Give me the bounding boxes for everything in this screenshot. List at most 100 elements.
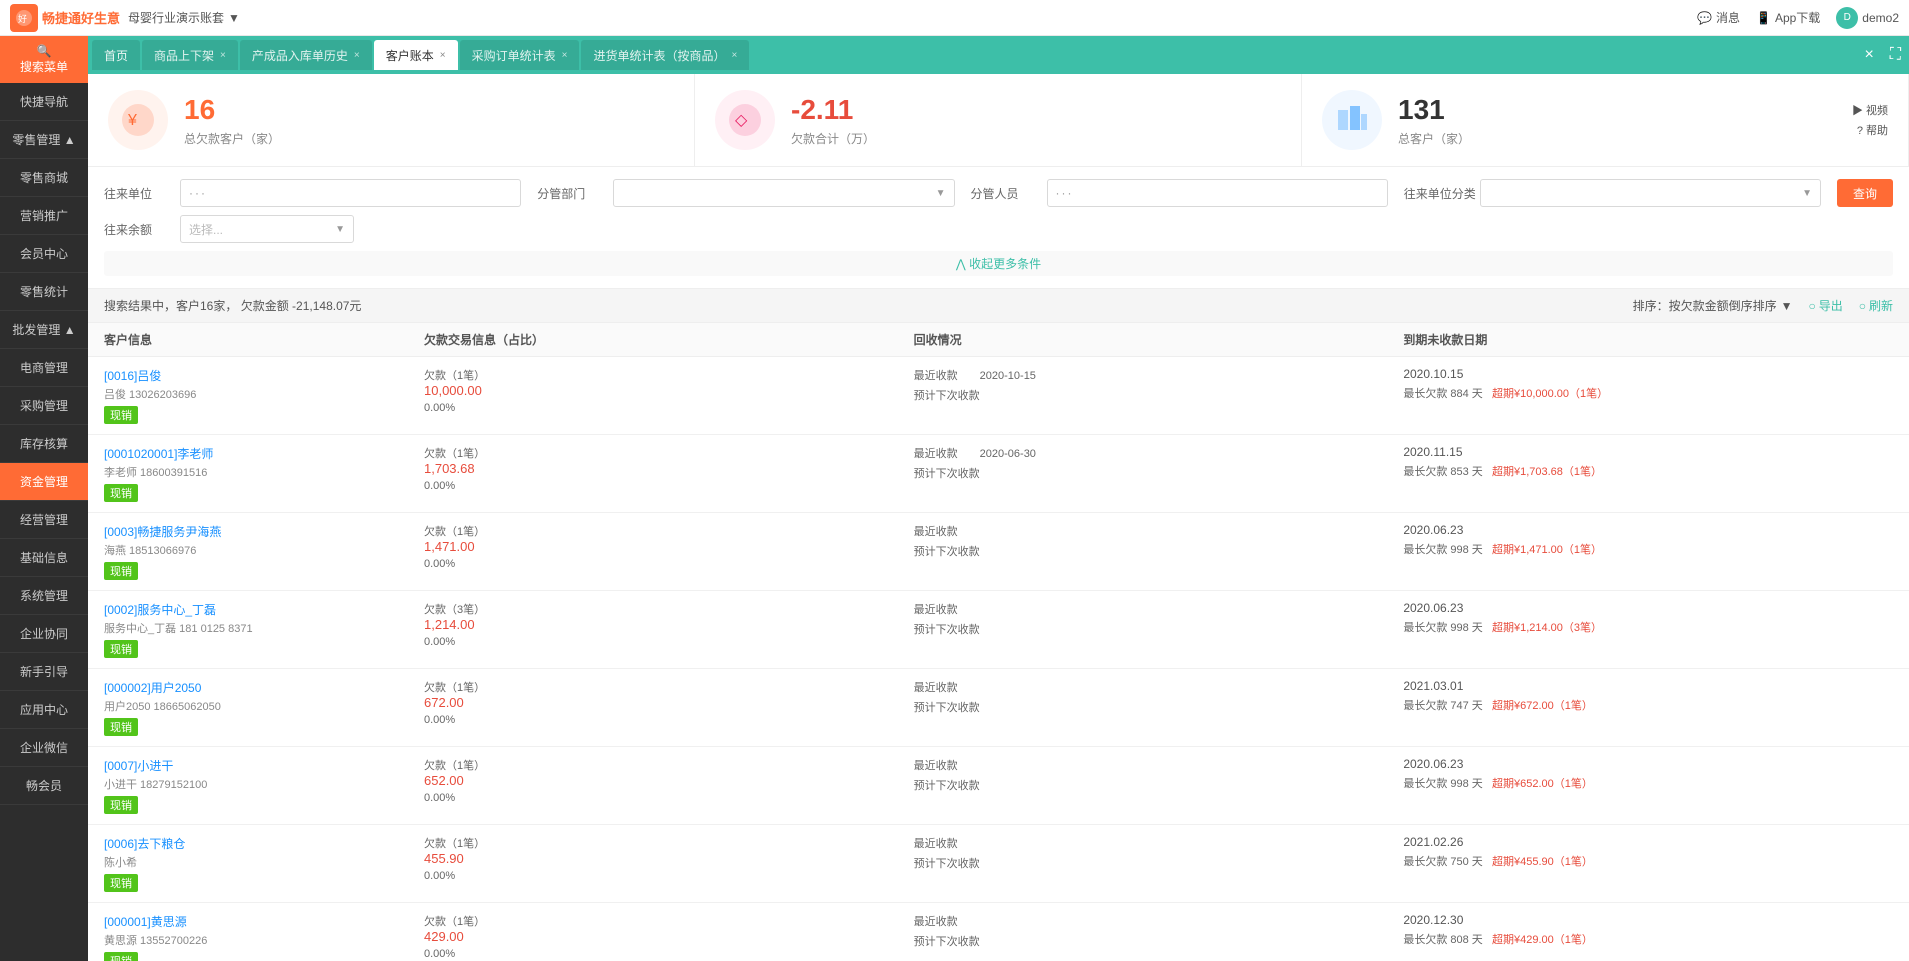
sidebar-label: 基础信息 — [20, 551, 68, 565]
filter-unit-category: 往来单位分类 ▼ — [1404, 179, 1821, 207]
overdue-amount-link[interactable]: 超期¥652.00（1笔） — [1492, 778, 1593, 790]
sidebar-label: 新手引导 — [20, 665, 68, 679]
source-unit-input[interactable]: ··· — [180, 179, 521, 207]
sidebar-item-ecommerce[interactable]: 电商管理 — [0, 349, 88, 387]
manager-input[interactable]: ··· — [1047, 179, 1388, 207]
balance-input[interactable]: 选择... ▼ — [180, 215, 354, 243]
customer-name-link[interactable]: [0007]小进干 — [104, 759, 173, 773]
last-collect: 最近收款 — [914, 835, 1404, 851]
sidebar-item-collab[interactable]: 企业协同 — [0, 615, 88, 653]
overdue-amount-link[interactable]: 超期¥1,214.00（3笔） — [1492, 622, 1602, 634]
sidebar-item-operation[interactable]: 经营管理 — [0, 501, 88, 539]
customer-name-link[interactable]: [0001020001]李老师 — [104, 447, 213, 461]
due-date: 2020.10.15 — [1403, 367, 1893, 381]
sidebar-item-purchase[interactable]: 采购管理 — [0, 387, 88, 425]
sidebar-item-retail-mgmt[interactable]: 零售管理 ▲ — [0, 121, 88, 159]
customer-name-link[interactable]: [0002]服务中心_丁磊 — [104, 603, 216, 617]
overdue-amount-link[interactable]: 超期¥10,000.00（1笔） — [1492, 388, 1608, 400]
sidebar-item-retail-stat[interactable]: 零售统计 — [0, 273, 88, 311]
sidebar-item-member[interactable]: 会员中心 — [0, 235, 88, 273]
sidebar-item-wechat[interactable]: 企业微信 — [0, 729, 88, 767]
sidebar-item-batch-mgmt[interactable]: 批发管理 ▲ — [0, 311, 88, 349]
dept-input[interactable]: ▼ — [613, 179, 954, 207]
sidebar-label: 资金管理 — [20, 475, 68, 489]
last-collect: 最近收款 2020-10-15 — [914, 367, 1404, 383]
help-button[interactable]: ? 帮助 — [1857, 122, 1888, 138]
tab-home[interactable]: 首页 — [92, 40, 140, 70]
debt-info-cell: 欠款（1笔） 10,000.00 0.00% — [424, 367, 914, 414]
next-collect: 预计下次收款 — [914, 933, 1404, 949]
logo-text: 畅捷通好生意 — [42, 8, 120, 27]
company-select[interactable]: 母婴行业演示账套 ▼ — [128, 9, 240, 26]
next-collect: 预计下次收款 — [914, 465, 1404, 481]
sidebar-item-retail-mall[interactable]: 零售商城 — [0, 159, 88, 197]
recovery-cell: 最近收款 预计下次收款 — [914, 835, 1404, 871]
overdue-amount-link[interactable]: 超期¥672.00（1笔） — [1492, 700, 1593, 712]
search-label: 搜索菜单 — [20, 60, 68, 74]
customer-name-link[interactable]: [0016]吕俊 — [104, 369, 161, 383]
tab-purchase-order[interactable]: 采购订单统计表 × — [460, 40, 580, 70]
tab-products[interactable]: 商品上下架 × — [142, 40, 238, 70]
tab-customer-account[interactable]: 客户账本 × — [374, 40, 458, 70]
sidebar-label: 零售管理 — [12, 133, 60, 147]
sidebar-label: 企业协同 — [20, 627, 68, 641]
collapse-filters-button[interactable]: ⋀ 收起更多条件 — [104, 251, 1893, 276]
tab-close-icon[interactable]: × — [562, 50, 568, 61]
sidebar-label: 系统管理 — [20, 589, 68, 603]
customer-contact: 陈小希 — [104, 854, 424, 870]
sidebar-item-app-center[interactable]: 应用中心 — [0, 691, 88, 729]
sidebar-item-system[interactable]: 系统管理 — [0, 577, 88, 615]
top-bar-left: 好 畅捷通好生意 母婴行业演示账套 ▼ — [10, 4, 240, 32]
overdue-amount-link[interactable]: 超期¥1,703.68（1笔） — [1492, 466, 1602, 478]
customer-name-link[interactable]: [0003]畅捷服务尹海燕 — [104, 525, 221, 539]
debt-percent: 0.00% — [424, 636, 914, 648]
tab-purchase-stat[interactable]: 进货单统计表（按商品） × — [581, 40, 749, 70]
tab-close-icon[interactable]: × — [354, 50, 360, 61]
due-date-cell: 2021.02.26 最长欠款 750 天 超期¥455.90（1笔） — [1403, 835, 1893, 869]
total-customers-info: 131 总客户（家） — [1398, 94, 1470, 147]
recovery-cell: 最近收款 预计下次收款 — [914, 601, 1404, 637]
tab-close-icon[interactable]: × — [440, 50, 446, 61]
next-collect: 预计下次收款 — [914, 699, 1404, 715]
source-unit-dots: ··· — [189, 186, 207, 200]
unit-category-input[interactable]: ▼ — [1480, 179, 1821, 207]
sidebar-item-capital[interactable]: 资金管理 — [0, 463, 88, 501]
overdue-days: 最长欠款 808 天 超期¥429.00（1笔） — [1403, 931, 1893, 947]
user-avatar[interactable]: D demo2 — [1836, 7, 1899, 29]
debt-info-cell: 欠款（1笔） 1,471.00 0.00% — [424, 523, 914, 570]
refresh-button[interactable]: ○ 刷新 — [1859, 297, 1893, 314]
export-button[interactable]: ○ 导出 — [1808, 297, 1842, 314]
overdue-amount-link[interactable]: 超期¥1,471.00（1笔） — [1492, 544, 1602, 556]
table-row: [000001]黄思源 黄思源 13552700226 现销 欠款（1笔） 42… — [88, 903, 1909, 961]
manager-dots: ··· — [1056, 186, 1074, 200]
table-row: [0006]去下粮仓 陈小希 现销 欠款（1笔） 455.90 0.00% 最近… — [88, 825, 1909, 903]
overdue-amount-link[interactable]: 超期¥455.90（1笔） — [1492, 856, 1593, 868]
app-download-button[interactable]: 📱 App下载 — [1756, 9, 1820, 26]
search-button[interactable]: 查询 — [1837, 179, 1893, 207]
sidebar-item-inventory[interactable]: 库存核算 — [0, 425, 88, 463]
maximize-button[interactable]: ⛶ — [1886, 44, 1905, 66]
debt-percent: 0.00% — [424, 792, 914, 804]
tab-production[interactable]: 产成品入库单历史 × — [240, 40, 372, 70]
customer-name-link[interactable]: [0006]去下粮仓 — [104, 837, 185, 851]
close-all-tabs-button[interactable]: × — [1860, 44, 1877, 66]
view-video-button[interactable]: ▶ 视频 — [1852, 102, 1888, 118]
sidebar-item-marketing[interactable]: 营销推广 — [0, 197, 88, 235]
sidebar-item-vip[interactable]: 畅会员 — [0, 767, 88, 805]
sidebar-item-quick-nav[interactable]: 快捷导航 — [0, 83, 88, 121]
stat-card-overdue-customers: ¥ 16 总欠款客户（家） — [88, 74, 695, 166]
sidebar-item-guide[interactable]: 新手引导 — [0, 653, 88, 691]
sort-select[interactable]: 排序：按欠款金额倒序排序 ▼ — [1633, 297, 1793, 314]
sidebar-label: 经营管理 — [20, 513, 68, 527]
message-button[interactable]: 💬 消息 — [1697, 9, 1740, 26]
next-collect: 预计下次收款 — [914, 543, 1404, 559]
last-collect: 最近收款 — [914, 601, 1404, 617]
tab-close-icon[interactable]: × — [220, 50, 226, 61]
overdue-amount-link[interactable]: 超期¥429.00（1笔） — [1492, 934, 1593, 946]
customer-name-link[interactable]: [000002]用户2050 — [104, 681, 201, 695]
debt-percent: 0.00% — [424, 714, 914, 726]
tab-close-icon[interactable]: × — [731, 50, 737, 61]
customer-name-link[interactable]: [000001]黄思源 — [104, 915, 187, 929]
sidebar-search[interactable]: 🔍 搜索菜单 — [0, 36, 88, 83]
sidebar-item-basic[interactable]: 基础信息 — [0, 539, 88, 577]
